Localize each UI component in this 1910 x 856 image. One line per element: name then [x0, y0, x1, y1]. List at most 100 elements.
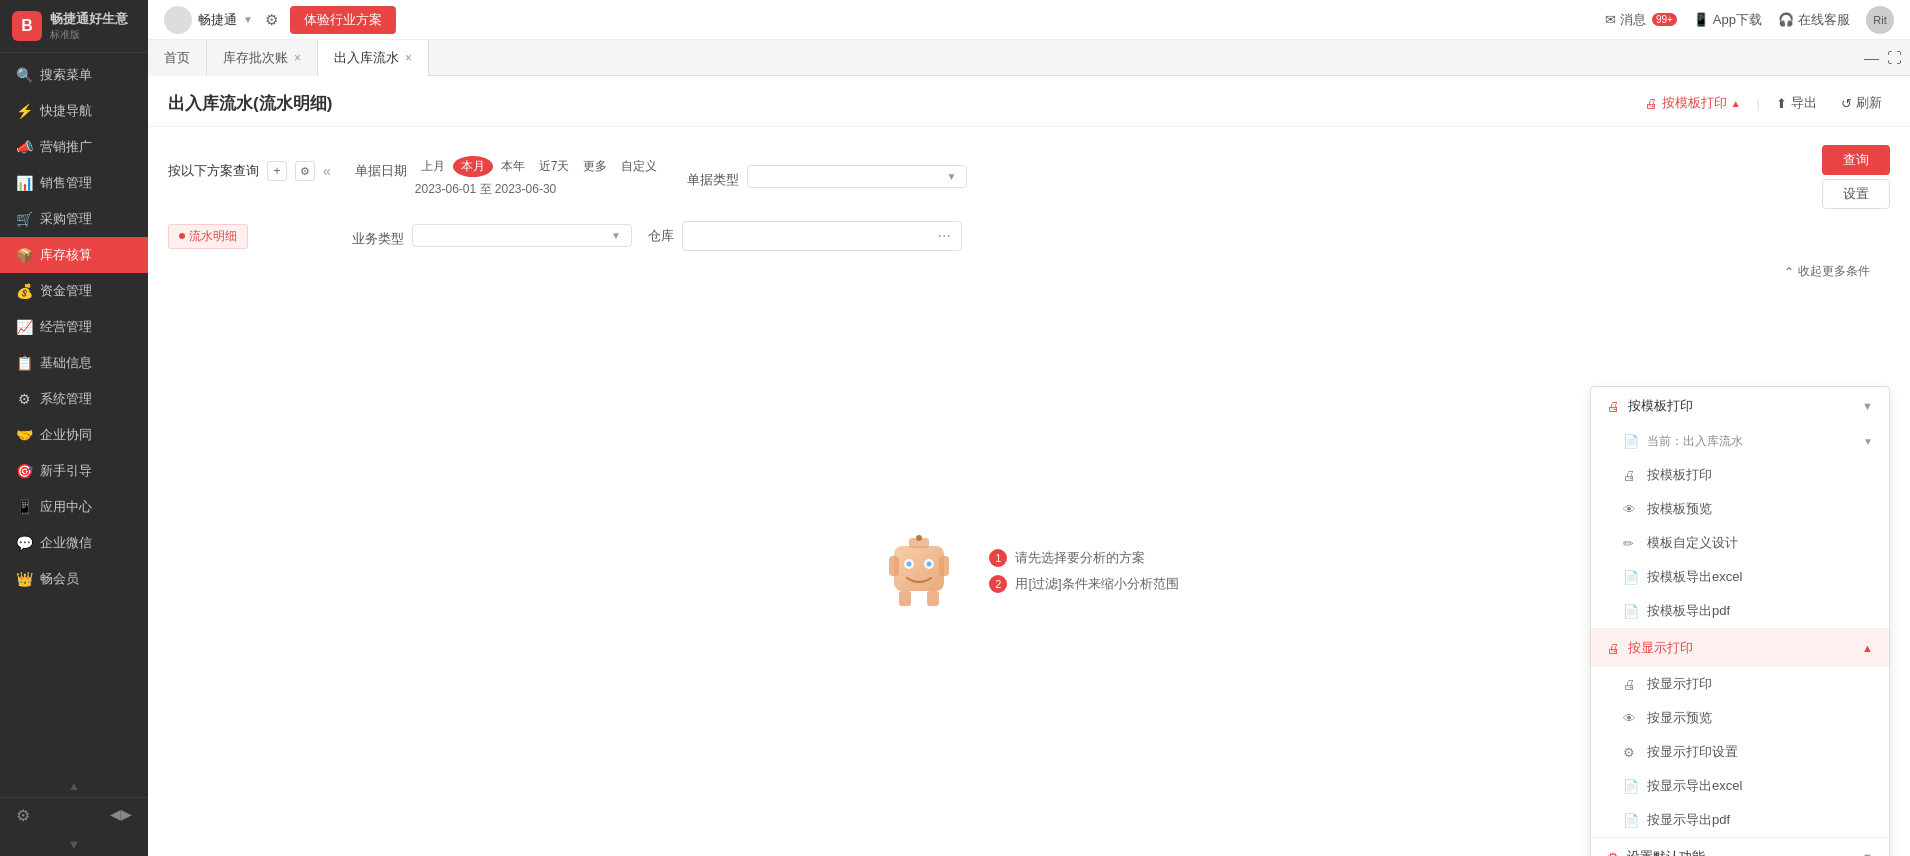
sidebar-item-sales[interactable]: 📊 销售管理: [0, 165, 148, 201]
sidebar-item-member[interactable]: 👑 畅会员: [0, 561, 148, 597]
sidebar-item-operations[interactable]: 📈 经营管理: [0, 309, 148, 345]
refresh-btn[interactable]: ↺ 刷新: [1833, 90, 1890, 116]
system-icon: ⚙: [16, 391, 32, 407]
default-function-title: ⚙ 设置默认功能: [1607, 848, 1705, 856]
template-print-header[interactable]: 🖨 按模板打印 ▼: [1591, 387, 1889, 425]
svg-rect-2: [939, 556, 949, 576]
empty-step-1: 1 请先选择要分析的方案: [989, 549, 1178, 567]
date-this-month-btn[interactable]: 本月: [453, 156, 493, 177]
biz-type-select[interactable]: ▼: [412, 224, 632, 247]
settings-button[interactable]: 设置: [1822, 179, 1890, 209]
user-name: 畅捷通: [198, 11, 237, 29]
date-field-control: 上月 本月 本年 近7天 更多 自定义 2023-06-01 至 2023-06…: [415, 156, 664, 198]
tab-home[interactable]: 首页: [148, 40, 207, 76]
logo-icon: B: [12, 11, 42, 41]
sidebar-item-label: 采购管理: [40, 210, 92, 228]
sidebar: B 畅捷通好生意 标准版 🔍 搜索菜单 ⚡ 快捷导航 📣 营销推广 📊 销售管理…: [0, 0, 148, 856]
template-preview-item[interactable]: 👁 按模板预览: [1591, 492, 1889, 526]
sidebar-item-inventory[interactable]: 📦 库存核算: [0, 237, 148, 273]
svg-point-8: [927, 562, 932, 567]
doc-type-select[interactable]: ▼: [747, 165, 967, 188]
user-info[interactable]: 畅捷通 ▼: [164, 6, 253, 34]
sidebar-item-enterprise[interactable]: 🤝 企业协同: [0, 417, 148, 453]
sidebar-item-guide[interactable]: 🎯 新手引导: [0, 453, 148, 489]
export-btn[interactable]: ⬆ 导出: [1768, 90, 1825, 116]
template-custom-icon: ✏: [1623, 536, 1639, 551]
tab-inout-flow[interactable]: 出入库流水 ×: [318, 40, 429, 76]
sidebar-item-system[interactable]: ⚙ 系统管理: [0, 381, 148, 417]
date-last-month-btn[interactable]: 上月: [415, 156, 451, 177]
template-print-label: 按模板打印: [1647, 466, 1712, 484]
settings-bottom-icon[interactable]: ⚙: [16, 806, 30, 825]
default-function-arrow: ▼: [1862, 851, 1873, 856]
tab-batch-account-close[interactable]: ×: [294, 51, 301, 65]
empty-container: 1 请先选择要分析的方案 2 用[过滤]条件来缩小分析范围: [879, 526, 1178, 616]
collapse-more-button[interactable]: ⌃ 收起更多条件: [1784, 263, 1870, 280]
tab-inout-flow-close[interactable]: ×: [405, 51, 412, 65]
export-icon: ⬆: [1776, 96, 1787, 111]
template-print-item[interactable]: 🖨 按模板打印: [1591, 458, 1889, 492]
message-item[interactable]: ✉ 消息 99+: [1605, 11, 1677, 29]
main-content: 出入库流水(流水明细) 🖨 按模板打印 ▲ | ⬆ 导出 ↺ 刷新: [148, 76, 1910, 856]
app-download-item[interactable]: 📱 App下载: [1693, 11, 1762, 29]
query-button[interactable]: 查询: [1822, 145, 1890, 175]
sidebar-item-marketing[interactable]: 📣 营销推广: [0, 129, 148, 165]
collapse-sidebar-icon[interactable]: ◀▶: [110, 806, 132, 825]
top-header: 畅捷通 ▼ ⚙ 体验行业方案 ✉ 消息 99+ 📱 App下载 🎧 在线客服 R…: [148, 0, 1910, 40]
display-export-excel-item[interactable]: 📄 按显示导出excel: [1591, 769, 1889, 803]
filter-add-button[interactable]: +: [267, 161, 287, 181]
sidebar-item-search-menu[interactable]: 🔍 搜索菜单: [0, 57, 148, 93]
display-print-header[interactable]: 🖨 按显示打印 ▲: [1591, 629, 1889, 667]
tab-minimize-icon[interactable]: —: [1864, 49, 1879, 66]
filter-row-2: 流水明细 业务类型 ▼ 仓库 ···: [168, 215, 1890, 257]
sidebar-scroll-down: ▼: [0, 833, 148, 856]
user-avatar-right[interactable]: Rit: [1866, 6, 1894, 34]
basic-info-icon: 📋: [16, 355, 32, 371]
display-print-settings-label: 按显示打印设置: [1647, 743, 1738, 761]
export-label: 导出: [1791, 94, 1817, 112]
online-service-item[interactable]: 🎧 在线客服: [1778, 11, 1850, 29]
sidebar-item-wecom[interactable]: 💬 企业微信: [0, 525, 148, 561]
display-print-settings-item[interactable]: ⚙ 按显示打印设置: [1591, 735, 1889, 769]
warehouse-select[interactable]: ···: [682, 221, 962, 251]
sidebar-item-label: 系统管理: [40, 390, 92, 408]
empty-state-illustration: [879, 526, 959, 616]
template-export-pdf-item[interactable]: 📄 按模板导出pdf: [1591, 594, 1889, 628]
tab-batch-account[interactable]: 库存批次账 ×: [207, 40, 318, 76]
sidebar-item-finance[interactable]: 💰 资金管理: [0, 273, 148, 309]
phone-icon: 📱: [1693, 12, 1709, 27]
purchase-icon: 🛒: [16, 211, 32, 227]
header-gear-icon[interactable]: ⚙: [265, 11, 278, 29]
default-function-section: ⚙ 设置默认功能 ▼: [1591, 838, 1889, 856]
template-export-excel-item[interactable]: 📄 按模板导出excel: [1591, 560, 1889, 594]
sidebar-scroll-up: ▲: [0, 775, 148, 797]
sidebar-item-purchase[interactable]: 🛒 采购管理: [0, 201, 148, 237]
display-export-pdf-item[interactable]: 📄 按显示导出pdf: [1591, 803, 1889, 837]
doc-type-label: 单据类型: [687, 165, 739, 189]
page-header: 出入库流水(流水明细) 🖨 按模板打印 ▲ | ⬆ 导出 ↺ 刷新: [148, 76, 1910, 127]
svg-point-7: [907, 562, 912, 567]
trial-button[interactable]: 体验行业方案: [290, 6, 396, 34]
display-print-title: 🖨 按显示打印: [1607, 639, 1693, 657]
sidebar-item-label: 销售管理: [40, 174, 92, 192]
sidebar-item-basic-info[interactable]: 📋 基础信息: [0, 345, 148, 381]
date-quick-buttons: 上月 本月 本年 近7天 更多 自定义: [415, 156, 664, 177]
sidebar-item-app-center[interactable]: 📱 应用中心: [0, 489, 148, 525]
default-function-header[interactable]: ⚙ 设置默认功能 ▼: [1591, 838, 1889, 856]
date-custom-btn[interactable]: 自定义: [615, 156, 663, 177]
tab-maximize-icon[interactable]: ⛶: [1887, 49, 1902, 66]
print-template-btn[interactable]: 🖨 按模板打印 ▲: [1637, 90, 1749, 116]
date-7days-btn[interactable]: 近7天: [533, 156, 576, 177]
template-custom-item[interactable]: ✏ 模板自定义设计: [1591, 526, 1889, 560]
sidebar-item-quick-nav[interactable]: ⚡ 快捷导航: [0, 93, 148, 129]
filter-collapse-btn[interactable]: «: [323, 163, 331, 179]
query-action-area: 查询 设置: [1822, 145, 1890, 209]
date-more-btn[interactable]: 更多: [577, 156, 613, 177]
date-this-year-btn[interactable]: 本年: [495, 156, 531, 177]
print-template-label: 按模板打印: [1662, 94, 1727, 112]
filter-settings-button[interactable]: ⚙: [295, 161, 315, 181]
display-print-item[interactable]: 🖨 按显示打印: [1591, 667, 1889, 701]
display-preview-item[interactable]: 👁 按显示预览: [1591, 701, 1889, 735]
display-export-excel-icon: 📄: [1623, 779, 1639, 794]
sidebar-nav: 🔍 搜索菜单 ⚡ 快捷导航 📣 营销推广 📊 销售管理 🛒 采购管理 📦 库存核…: [0, 53, 148, 775]
